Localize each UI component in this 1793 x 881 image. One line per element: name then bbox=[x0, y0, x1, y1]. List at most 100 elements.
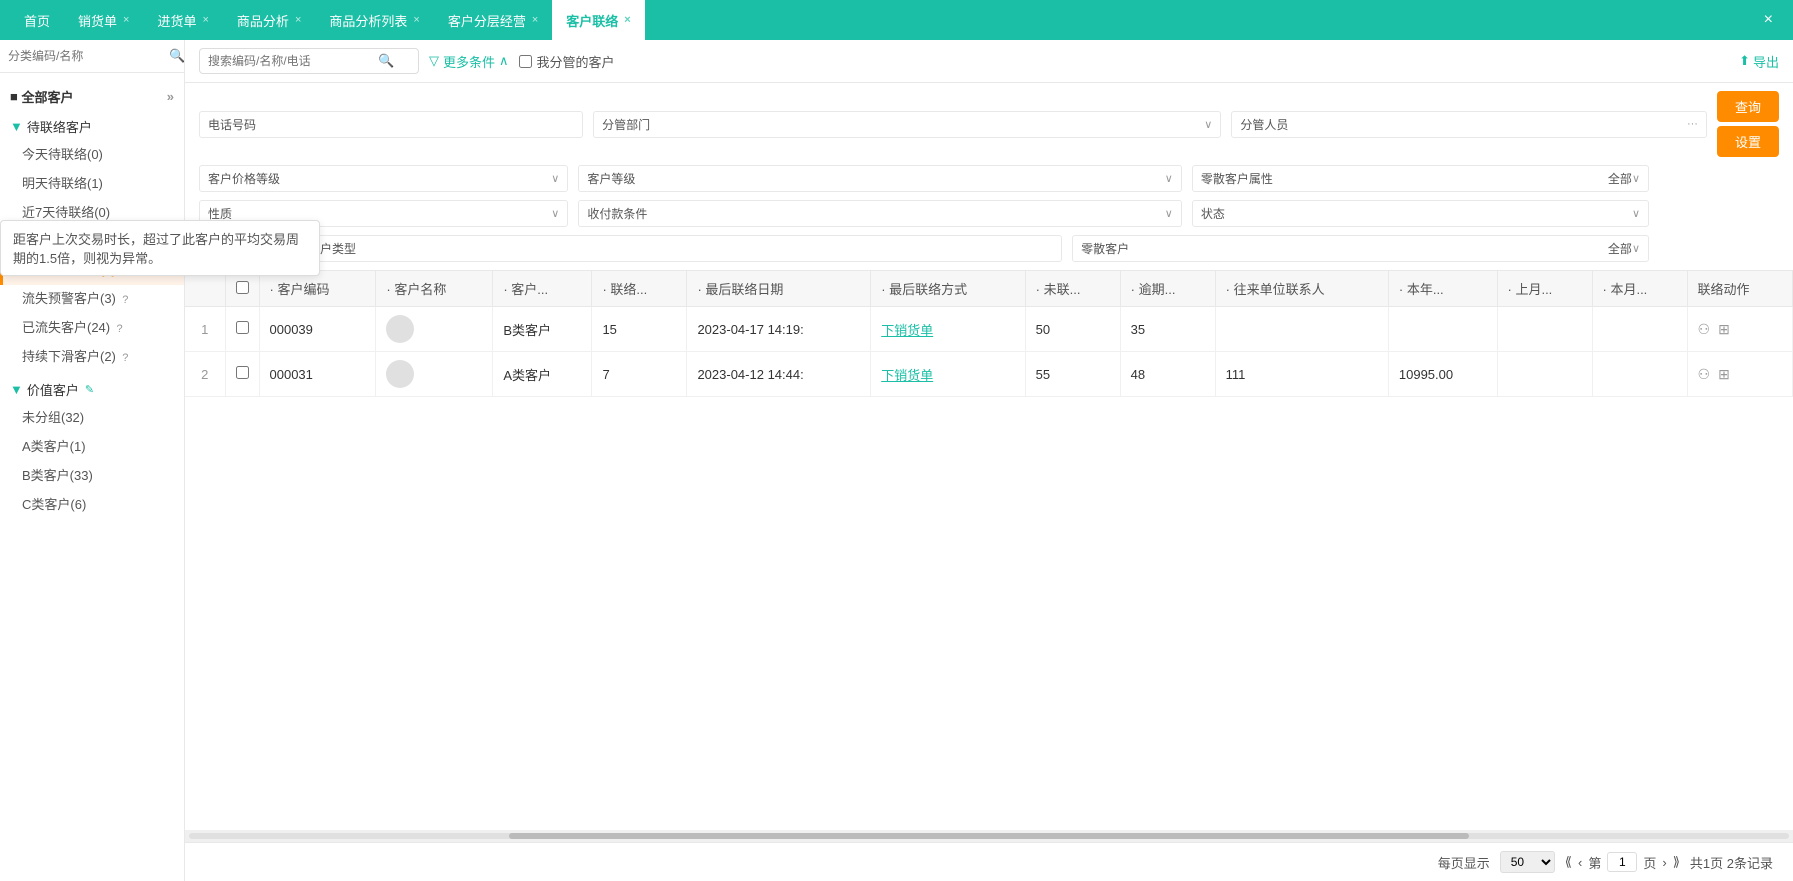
row1-no-contact: 50 bbox=[1025, 307, 1120, 352]
sidebar-collapse-icon[interactable]: » bbox=[167, 89, 174, 104]
nav-item-analysis-list[interactable]: 商品分析列表 × bbox=[315, 0, 433, 40]
filter-retail-customer[interactable]: 零散客户 全部 ∨ bbox=[1072, 235, 1649, 262]
person-more-icon[interactable]: ··· bbox=[1687, 118, 1698, 130]
filter-customer-type[interactable]: 客户类型 bbox=[299, 235, 1062, 262]
sidebar-item-unclassified[interactable]: 未分组(32) bbox=[0, 404, 184, 433]
page-last-btn[interactable]: ⟫ bbox=[1673, 854, 1680, 870]
row1-action: ⚇ ⊞ bbox=[1687, 307, 1793, 352]
sidebar-churn-help-icon[interactable]: ? bbox=[122, 294, 128, 306]
row2-this-year: 10995.00 bbox=[1388, 352, 1497, 397]
row1-link-icon[interactable]: ⚇ bbox=[1698, 321, 1711, 338]
row1-select[interactable] bbox=[236, 321, 249, 334]
export-button[interactable]: ⬆ 导出 bbox=[1739, 52, 1779, 71]
page-first-btn[interactable]: ⟪ bbox=[1565, 854, 1572, 870]
filter-status[interactable]: 状态 ∨ bbox=[1192, 200, 1649, 227]
more-filter-btn[interactable]: ▽ 更多条件 ∧ bbox=[429, 52, 509, 71]
sidebar-item-churned[interactable]: 已流失客户(24) ? bbox=[0, 314, 184, 343]
col-contacts-header: · 往来单位联系人 bbox=[1215, 271, 1388, 307]
sidebar-item-tomorrow[interactable]: 明天待联络(1) bbox=[0, 170, 184, 199]
row1-checkbox[interactable] bbox=[225, 307, 259, 352]
content-area: 距客户上次交易时长，超过了此客户的平均交易周期的1.5倍，则视为异常。 🔍 ▽ … bbox=[185, 40, 1793, 881]
page-next-btn[interactable]: › bbox=[1662, 855, 1666, 870]
row1-avatar bbox=[386, 315, 414, 343]
main-search-input[interactable] bbox=[208, 54, 378, 68]
page-prev-btn[interactable]: ‹ bbox=[1578, 855, 1582, 870]
filter-row-4: ... 客户类型 零散客户 全部 ∨ bbox=[199, 235, 1779, 262]
sidebar-declining-help-icon[interactable]: ? bbox=[122, 352, 128, 364]
sidebar-value-edit-icon[interactable]: ✎ bbox=[85, 383, 94, 396]
filter-payment[interactable]: 收付款条件 ∨ bbox=[578, 200, 1182, 227]
nav-item-customer-contact[interactable]: 客户联络 × bbox=[552, 0, 644, 40]
col-no-contact-header: · 未联... bbox=[1025, 271, 1120, 307]
nav-item-analysis[interactable]: 商品分析 × bbox=[223, 0, 315, 40]
status-arrow: ∨ bbox=[1632, 207, 1640, 220]
row1-last-method[interactable]: 下销货单 bbox=[871, 307, 1025, 352]
col-contact-count-header: · 联络... bbox=[592, 271, 687, 307]
row2-link-icon[interactable]: ⚇ bbox=[1698, 366, 1711, 383]
filter-customer-level[interactable]: 客户等级 ∨ bbox=[578, 165, 1182, 192]
sidebar-item-declining[interactable]: 持续下滑客户(2) ? bbox=[0, 343, 184, 372]
my-customer-checkbox[interactable] bbox=[519, 55, 532, 68]
row1-this-year bbox=[1388, 307, 1497, 352]
row1-name bbox=[376, 307, 493, 352]
nav-item-customer-tier[interactable]: 客户分层经营 × bbox=[434, 0, 552, 40]
row2-checkbox[interactable] bbox=[225, 352, 259, 397]
filter-retail-attr[interactable]: 零散客户属性 全部 ∨ bbox=[1192, 165, 1649, 192]
row2-this-month bbox=[1592, 352, 1687, 397]
row2-name bbox=[376, 352, 493, 397]
query-button[interactable]: 查询 bbox=[1717, 91, 1779, 122]
filter-person[interactable]: 分管人员 ··· bbox=[1231, 111, 1707, 138]
row1-code: 000039 bbox=[259, 307, 376, 352]
filter-phone[interactable]: 电话号码 bbox=[199, 111, 583, 138]
sidebar-item-today[interactable]: 今天待联络(0) bbox=[0, 141, 184, 170]
nav-close-analysis[interactable]: × bbox=[295, 14, 301, 26]
nav-close-customer-tier[interactable]: × bbox=[532, 14, 538, 26]
sidebar-search-input[interactable] bbox=[8, 49, 163, 63]
main-search-icon[interactable]: 🔍 bbox=[378, 53, 394, 69]
sidebar-item-b-class[interactable]: B类客户(33) bbox=[0, 462, 184, 491]
col-customer-level-header: · 客户... bbox=[493, 271, 592, 307]
page-size-select[interactable]: 50 20 100 bbox=[1500, 851, 1555, 873]
filter-icon: ▽ bbox=[429, 53, 439, 69]
row2-select[interactable] bbox=[236, 366, 249, 379]
table-header-row: · 客户编码 · 客户名称 · 客户... · 联络... · 最后联络日期 ·… bbox=[185, 271, 1793, 307]
nav-close-purchase[interactable]: × bbox=[202, 14, 208, 26]
sidebar-churned-help-icon[interactable]: ? bbox=[116, 323, 122, 335]
select-all-checkbox[interactable] bbox=[236, 281, 249, 294]
sidebar-search-icon[interactable]: 🔍 bbox=[169, 48, 185, 64]
setting-button[interactable]: 设置 bbox=[1717, 126, 1779, 157]
sidebar-item-churn-warning[interactable]: 流失预警客户(3) ? bbox=[0, 285, 184, 314]
my-customer-checkbox-wrap: 我分管的客户 bbox=[519, 52, 615, 71]
sidebar-item-a-class[interactable]: A类客户(1) bbox=[0, 433, 184, 462]
window-close-button[interactable]: × bbox=[1754, 11, 1783, 29]
price-level-arrow: ∨ bbox=[551, 172, 559, 185]
nav-close-sales[interactable]: × bbox=[123, 14, 129, 26]
col-code-header: · 客户编码 bbox=[259, 271, 376, 307]
row2-grid-icon[interactable]: ⊞ bbox=[1718, 366, 1730, 383]
col-action-header: 联络动作 bbox=[1687, 271, 1793, 307]
sidebar-value-section[interactable]: ▼ 价值客户 ✎ bbox=[0, 375, 184, 404]
sidebar-item-c-class[interactable]: C类客户(6) bbox=[0, 491, 184, 520]
horizontal-scrollbar[interactable] bbox=[185, 830, 1793, 842]
sidebar-pending-section[interactable]: ▼ 待联络客户 bbox=[0, 112, 184, 141]
nav-close-analysis-list[interactable]: × bbox=[413, 14, 419, 26]
row2-last-method[interactable]: 下销货单 bbox=[871, 352, 1025, 397]
page-input[interactable] bbox=[1607, 852, 1637, 872]
nav-item-home[interactable]: 首页 bbox=[10, 0, 64, 40]
filter-section: 电话号码 分管部门 ∨ 分管人员 ··· 查询 设置 bbox=[185, 83, 1793, 271]
filter-dept[interactable]: 分管部门 ∨ bbox=[593, 111, 1221, 138]
pagination: 每页显示 50 20 100 ⟪ ‹ 第 页 › ⟫ 共1页 2条记录 bbox=[185, 842, 1793, 881]
filter-price-level[interactable]: 客户价格等级 ∨ bbox=[199, 165, 568, 192]
nav-close-customer-contact[interactable]: × bbox=[624, 14, 630, 26]
scrollbar-thumb[interactable] bbox=[509, 833, 1469, 839]
col-last-month-header: · 上月... bbox=[1497, 271, 1592, 307]
table-row: 2 000031 A类客户 7 2023-04-12 14:44: bbox=[185, 352, 1793, 397]
sidebar-all-customers[interactable]: ■ 全部客户 » bbox=[0, 81, 184, 112]
nav-item-sales[interactable]: 销货单 × bbox=[64, 0, 143, 40]
nav-item-purchase[interactable]: 进货单 × bbox=[143, 0, 222, 40]
top-nav: 首页 销货单 × 进货单 × 商品分析 × 商品分析列表 × 客户分层经营 × … bbox=[0, 0, 1793, 40]
col-last-method-header: · 最后联络方式 bbox=[871, 271, 1025, 307]
payment-arrow: ∨ bbox=[1165, 207, 1173, 220]
row1-grid-icon[interactable]: ⊞ bbox=[1718, 321, 1730, 338]
col-overdue-header: · 逾期... bbox=[1120, 271, 1215, 307]
